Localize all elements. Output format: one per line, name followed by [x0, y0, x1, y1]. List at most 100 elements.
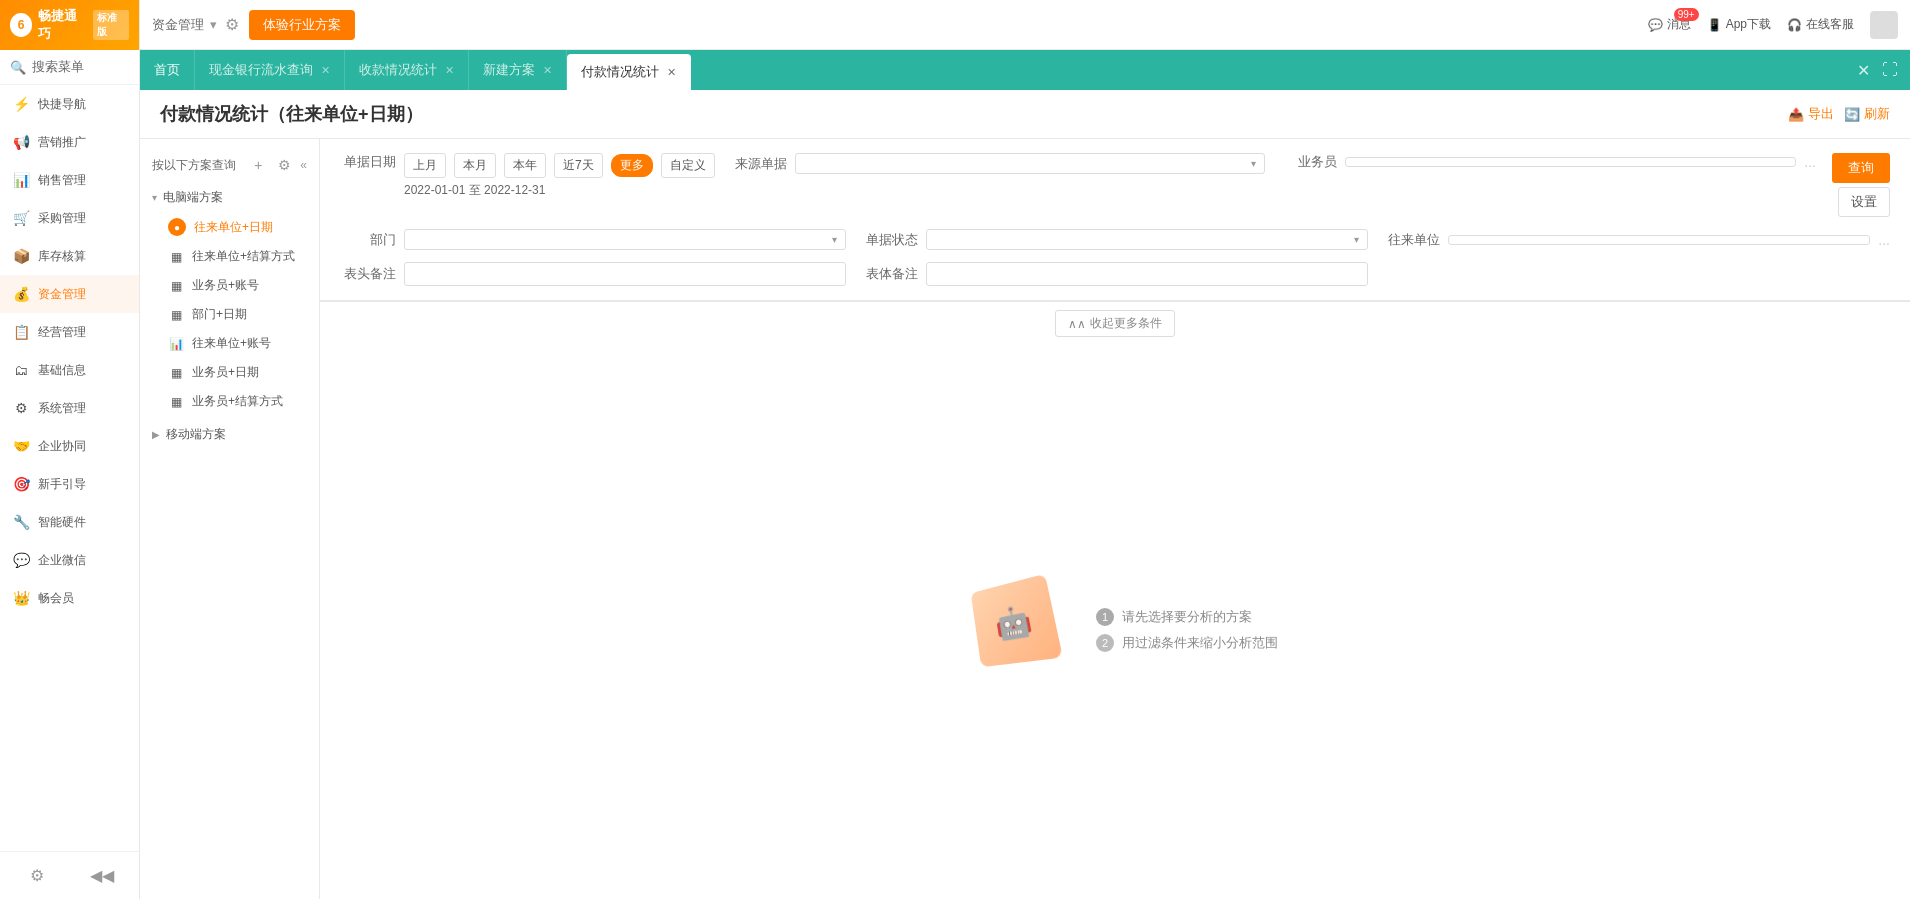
add-scheme-btn[interactable]: +	[248, 155, 268, 175]
staff-select[interactable]	[1345, 157, 1796, 167]
sidebar-settings-btn[interactable]: ⚙	[8, 860, 66, 891]
staff-dots-btn[interactable]: ...	[1804, 154, 1816, 170]
search-icon: 🔍	[10, 60, 26, 75]
scheme-item-unit-account[interactable]: 📊 往来单位+账号	[140, 329, 319, 358]
online-service-btn[interactable]: 🎧 在线客服	[1787, 16, 1854, 33]
tab-bank-flow[interactable]: 现金银行流水查询 ✕	[195, 50, 345, 90]
scheme-item-unit-settlement[interactable]: ▦ 往来单位+结算方式	[140, 242, 319, 271]
scheme-collapse-btn[interactable]: «	[300, 158, 307, 172]
refresh-btn[interactable]: 🔄 刷新	[1844, 105, 1890, 123]
mobile-group-label: 移动端方案	[166, 426, 307, 443]
topbar-settings-icon[interactable]: ⚙	[225, 15, 239, 34]
messages-btn[interactable]: 💬 消息 99+	[1648, 16, 1691, 33]
trial-btn[interactable]: 体验行业方案	[249, 10, 355, 40]
sidebar-item-label: 库存核算	[38, 248, 86, 265]
topbar-dropdown-icon[interactable]: ▾	[210, 17, 217, 32]
tabbar-actions: ✕ ⛶	[1853, 50, 1910, 90]
desktop-group-arrow: ▾	[152, 192, 157, 203]
search-label: 搜索菜单	[32, 58, 84, 76]
tab-payment-stat[interactable]: 付款情况统计 ✕	[567, 54, 691, 90]
empty-hint-1: 1 请先选择要分析的方案	[1096, 608, 1278, 626]
collapse-conditions-btn[interactable]: ∧∧ 收起更多条件	[1055, 310, 1175, 337]
tab-receipt-stat[interactable]: 收款情况统计 ✕	[345, 50, 469, 90]
scheme-panel-actions: + ⚙ «	[248, 155, 307, 175]
query-btn[interactable]: 查询	[1832, 153, 1890, 183]
scheme-item-label: 往来单位+账号	[192, 335, 271, 352]
status-select[interactable]: ▾	[926, 229, 1368, 250]
tab-payment-stat-close[interactable]: ✕	[667, 66, 676, 79]
scheme-item-staff-settlement[interactable]: ▦ 业务员+结算方式	[140, 387, 319, 416]
inventory-icon: 📦	[12, 247, 30, 265]
scheme-item-unit-date[interactable]: ● 往来单位+日期	[140, 212, 319, 242]
source-label: 来源单据	[731, 155, 787, 173]
desktop-group-header[interactable]: ▾ 电脑端方案	[140, 183, 319, 212]
sidebar-item-label: 资金管理	[38, 286, 86, 303]
note-body-input[interactable]	[926, 262, 1368, 286]
scheme-item-staff-account[interactable]: ▦ 业务员+账号	[140, 271, 319, 300]
active-scheme-dot: ●	[168, 218, 186, 236]
scheme-item-label: 业务员+账号	[192, 277, 259, 294]
sidebar-item-quick-nav[interactable]: ⚡ 快捷导航	[0, 85, 139, 123]
sidebar-collapse-btn[interactable]: ◀◀	[74, 860, 132, 891]
scheme-item-dept-date[interactable]: ▦ 部门+日期	[140, 300, 319, 329]
export-btn[interactable]: 📤 导出	[1788, 105, 1834, 123]
message-icon: 💬	[1648, 18, 1663, 32]
sidebar-item-guide[interactable]: 🎯 新手引导	[0, 465, 139, 503]
source-select[interactable]: ▾	[795, 153, 1266, 174]
sidebar-item-enterprise[interactable]: 🤝 企业协同	[0, 427, 139, 465]
partner-select[interactable]	[1448, 235, 1870, 245]
guide-icon: 🎯	[12, 475, 30, 493]
sidebar-item-hardware[interactable]: 🔧 智能硬件	[0, 503, 139, 541]
chart-icon-1: 📊	[168, 336, 184, 352]
app-download-btn[interactable]: 📱 App下载	[1707, 16, 1771, 33]
form-settings-btn[interactable]: 设置	[1838, 187, 1890, 217]
sidebar-item-operations[interactable]: 📋 经营管理	[0, 313, 139, 351]
online-service-label: 在线客服	[1806, 16, 1854, 33]
tab-receipt-stat-close[interactable]: ✕	[445, 64, 454, 77]
sidebar-item-inventory[interactable]: 📦 库存核算	[0, 237, 139, 275]
sidebar-search[interactable]: 🔍 搜索菜单	[0, 50, 139, 85]
close-all-tabs-btn[interactable]: ✕	[1853, 57, 1874, 84]
user-avatar[interactable]	[1870, 11, 1898, 39]
topbar-left: 资金管理 ▾ ⚙	[152, 15, 239, 34]
sidebar-footer: ⚙ ◀◀	[0, 851, 139, 899]
sidebar-item-label: 销售管理	[38, 172, 86, 189]
dept-select[interactable]: ▾	[404, 229, 846, 250]
sidebar: 6 畅捷通巧 标准版 🔍 搜索菜单 ⚡ 快捷导航 📢 营销推广 📊 销售管理 🛒…	[0, 0, 140, 899]
tab-new-scheme[interactable]: 新建方案 ✕	[469, 50, 567, 90]
dept-label: 部门	[340, 231, 396, 249]
scheme-settings-btn[interactable]: ⚙	[274, 155, 294, 175]
table-icon-2: ▦	[168, 278, 184, 294]
topbar-right: 💬 消息 99+ 📱 App下载 🎧 在线客服	[1648, 11, 1898, 39]
date-btn-more[interactable]: 更多	[611, 154, 653, 177]
note-header-label: 表头备注	[340, 265, 396, 283]
date-btn-custom[interactable]: 自定义	[661, 153, 715, 178]
topbar-title-area: 资金管理 ▾	[152, 16, 217, 34]
expand-tab-btn[interactable]: ⛶	[1878, 57, 1902, 83]
sidebar-item-purchase[interactable]: 🛒 采购管理	[0, 199, 139, 237]
sidebar-item-marketing[interactable]: 📢 营销推广	[0, 123, 139, 161]
tab-home[interactable]: 首页	[140, 50, 195, 90]
export-label: 导出	[1808, 105, 1834, 123]
tab-bank-flow-close[interactable]: ✕	[321, 64, 330, 77]
date-btn-last-month[interactable]: 上月	[404, 153, 446, 178]
tab-new-scheme-close[interactable]: ✕	[543, 64, 552, 77]
date-btn-this-month[interactable]: 本月	[454, 153, 496, 178]
page-title: 付款情况统计（往来单位+日期）	[160, 102, 423, 126]
partner-dots-btn[interactable]: ...	[1878, 232, 1890, 248]
source-select-arrow: ▾	[1251, 158, 1256, 169]
sidebar-item-system[interactable]: ⚙ 系统管理	[0, 389, 139, 427]
note-header-input[interactable]	[404, 262, 846, 286]
date-btn-7days[interactable]: 近7天	[554, 153, 603, 178]
sidebar-item-wechat[interactable]: 💬 企业微信	[0, 541, 139, 579]
sidebar-item-basic-info[interactable]: 🗂 基础信息	[0, 351, 139, 389]
mobile-group-header[interactable]: ▶ 移动端方案	[140, 420, 319, 449]
date-btn-this-year[interactable]: 本年	[504, 153, 546, 178]
scheme-item-staff-date[interactable]: ▦ 业务员+日期	[140, 358, 319, 387]
date-range-display: 2022-01-01 至 2022-12-31	[404, 183, 545, 197]
sidebar-item-finance[interactable]: 💰 资金管理	[0, 275, 139, 313]
version-badge: 标准版	[93, 10, 129, 40]
sidebar-item-sales[interactable]: 📊 销售管理	[0, 161, 139, 199]
sidebar-item-member[interactable]: 👑 畅会员	[0, 579, 139, 617]
tabbar: 首页 现金银行流水查询 ✕ 收款情况统计 ✕ 新建方案 ✕ 付款情况统计 ✕ ✕…	[140, 50, 1910, 90]
